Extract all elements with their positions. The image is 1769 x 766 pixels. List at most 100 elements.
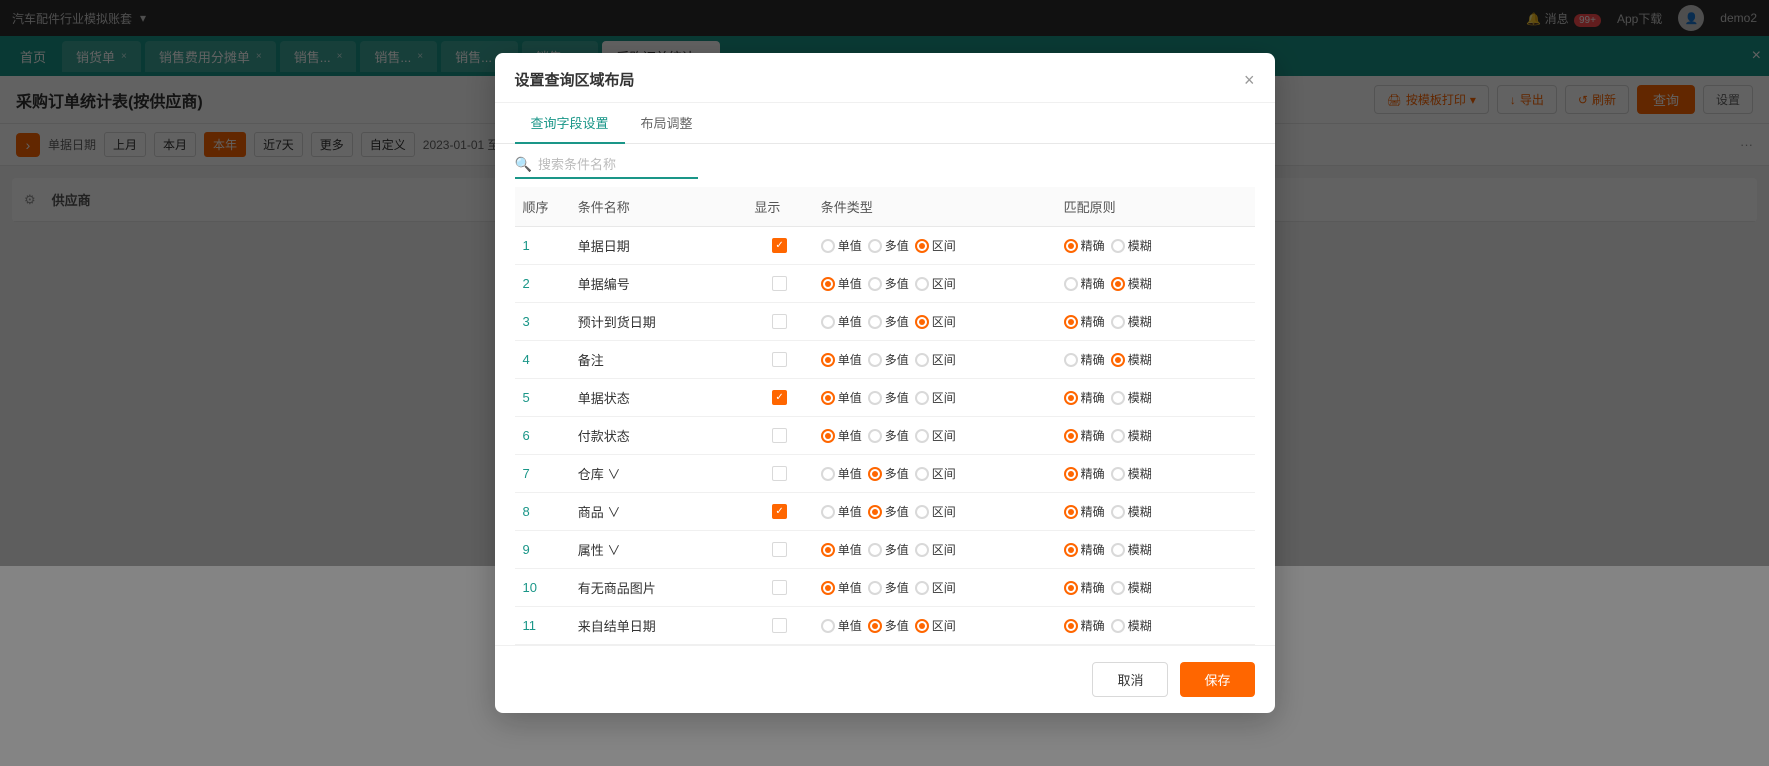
match-fuzzy-radio[interactable]: 模糊 — [1111, 503, 1152, 520]
cell-show[interactable] — [746, 227, 812, 265]
cell-type: 单值多值区间 — [813, 341, 1056, 379]
show-checkbox[interactable] — [772, 618, 787, 633]
type-single-radio[interactable]: 单值 — [821, 617, 862, 634]
match-exact-radio[interactable]: 精确 — [1064, 617, 1105, 634]
type-single-radio[interactable]: 单值 — [821, 351, 862, 368]
table-row: 5单据状态单值多值区间精确模糊 — [515, 379, 1255, 417]
match-exact-radio[interactable]: 精确 — [1064, 541, 1105, 558]
show-checkbox[interactable] — [772, 238, 787, 253]
type-range-radio[interactable]: 区间 — [915, 465, 956, 482]
type-single-radio[interactable]: 单值 — [821, 237, 862, 254]
cell-type: 单值多值区间 — [813, 607, 1056, 645]
match-fuzzy-radio[interactable]: 模糊 — [1111, 617, 1152, 634]
cell-show[interactable] — [746, 569, 812, 607]
type-multi-radio[interactable]: 多值 — [868, 465, 909, 482]
cell-show[interactable] — [746, 417, 812, 455]
match-fuzzy-radio[interactable]: 模糊 — [1111, 541, 1152, 558]
match-exact-radio[interactable]: 精确 — [1064, 389, 1105, 406]
cancel-button[interactable]: 取消 — [1092, 662, 1168, 697]
match-fuzzy-radio[interactable]: 模糊 — [1111, 579, 1152, 596]
match-fuzzy-radio[interactable]: 模糊 — [1111, 351, 1152, 368]
radio-circle — [1111, 581, 1125, 595]
type-single-radio[interactable]: 单值 — [821, 313, 862, 330]
radio-label: 多值 — [885, 579, 909, 596]
cell-show[interactable] — [746, 493, 812, 531]
type-multi-radio[interactable]: 多值 — [868, 541, 909, 558]
type-single-radio[interactable]: 单值 — [821, 427, 862, 444]
type-multi-radio[interactable]: 多值 — [868, 351, 909, 368]
match-exact-radio[interactable]: 精确 — [1064, 275, 1105, 292]
radio-label: 精确 — [1081, 237, 1105, 254]
match-fuzzy-radio[interactable]: 模糊 — [1111, 465, 1152, 482]
radio-label: 精确 — [1081, 541, 1105, 558]
dialog-title: 设置查询区域布局 — [515, 69, 635, 90]
type-multi-radio[interactable]: 多值 — [868, 617, 909, 634]
type-range-radio[interactable]: 区间 — [915, 275, 956, 292]
type-range-radio[interactable]: 区间 — [915, 541, 956, 558]
type-single-radio[interactable]: 单值 — [821, 389, 862, 406]
type-multi-radio[interactable]: 多值 — [868, 579, 909, 596]
match-exact-radio[interactable]: 精确 — [1064, 237, 1105, 254]
match-fuzzy-radio[interactable]: 模糊 — [1111, 313, 1152, 330]
match-fuzzy-radio[interactable]: 模糊 — [1111, 275, 1152, 292]
type-multi-radio[interactable]: 多值 — [868, 275, 909, 292]
cell-order: 3 — [515, 303, 570, 341]
show-checkbox[interactable] — [772, 466, 787, 481]
match-exact-radio[interactable]: 精确 — [1064, 351, 1105, 368]
cell-name: 属性 ∨ — [570, 531, 747, 569]
cell-show[interactable] — [746, 303, 812, 341]
search-input[interactable] — [538, 157, 698, 172]
radio-circle — [1064, 467, 1078, 481]
show-checkbox[interactable] — [772, 542, 787, 557]
match-exact-radio[interactable]: 精确 — [1064, 313, 1105, 330]
type-multi-radio[interactable]: 多值 — [868, 389, 909, 406]
radio-label: 模糊 — [1128, 389, 1152, 406]
radio-label: 单值 — [838, 617, 862, 634]
type-range-radio[interactable]: 区间 — [915, 427, 956, 444]
show-checkbox[interactable] — [772, 428, 787, 443]
match-fuzzy-radio[interactable]: 模糊 — [1111, 237, 1152, 254]
type-multi-radio[interactable]: 多值 — [868, 503, 909, 520]
type-range-radio[interactable]: 区间 — [915, 579, 956, 596]
cell-show[interactable] — [746, 607, 812, 645]
show-checkbox[interactable] — [772, 352, 787, 367]
table-row: 11来自结单日期单值多值区间精确模糊 — [515, 607, 1255, 645]
cell-order: 1 — [515, 227, 570, 265]
show-checkbox[interactable] — [772, 390, 787, 405]
match-exact-radio[interactable]: 精确 — [1064, 465, 1105, 482]
cell-show[interactable] — [746, 531, 812, 569]
show-checkbox[interactable] — [772, 580, 787, 595]
type-single-radio[interactable]: 单值 — [821, 579, 862, 596]
cell-show[interactable] — [746, 455, 812, 493]
show-checkbox[interactable] — [772, 314, 787, 329]
type-multi-radio[interactable]: 多值 — [868, 237, 909, 254]
type-range-radio[interactable]: 区间 — [915, 389, 956, 406]
show-checkbox[interactable] — [772, 276, 787, 291]
type-range-radio[interactable]: 区间 — [915, 351, 956, 368]
type-single-radio[interactable]: 单值 — [821, 541, 862, 558]
type-multi-radio[interactable]: 多值 — [868, 313, 909, 330]
radio-circle — [821, 467, 835, 481]
match-fuzzy-radio[interactable]: 模糊 — [1111, 427, 1152, 444]
type-range-radio[interactable]: 区间 — [915, 237, 956, 254]
save-button[interactable]: 保存 — [1180, 662, 1254, 697]
dialog-close-button[interactable]: × — [1244, 71, 1255, 89]
type-multi-radio[interactable]: 多值 — [868, 427, 909, 444]
type-single-radio[interactable]: 单值 — [821, 275, 862, 292]
match-exact-radio[interactable]: 精确 — [1064, 579, 1105, 596]
show-checkbox[interactable] — [772, 504, 787, 519]
type-range-radio[interactable]: 区间 — [915, 313, 956, 330]
cell-show[interactable] — [746, 341, 812, 379]
tab-query-fields[interactable]: 查询字段设置 — [515, 103, 625, 144]
type-range-radio[interactable]: 区间 — [915, 617, 956, 634]
type-range-radio[interactable]: 区间 — [915, 503, 956, 520]
type-single-radio[interactable]: 单值 — [821, 503, 862, 520]
match-fuzzy-radio[interactable]: 模糊 — [1111, 389, 1152, 406]
match-exact-radio[interactable]: 精确 — [1064, 503, 1105, 520]
cell-show[interactable] — [746, 379, 812, 417]
cell-show[interactable] — [746, 265, 812, 303]
match-exact-radio[interactable]: 精确 — [1064, 427, 1105, 444]
tab-layout[interactable]: 布局调整 — [625, 103, 709, 144]
radio-circle — [915, 619, 929, 633]
type-single-radio[interactable]: 单值 — [821, 465, 862, 482]
